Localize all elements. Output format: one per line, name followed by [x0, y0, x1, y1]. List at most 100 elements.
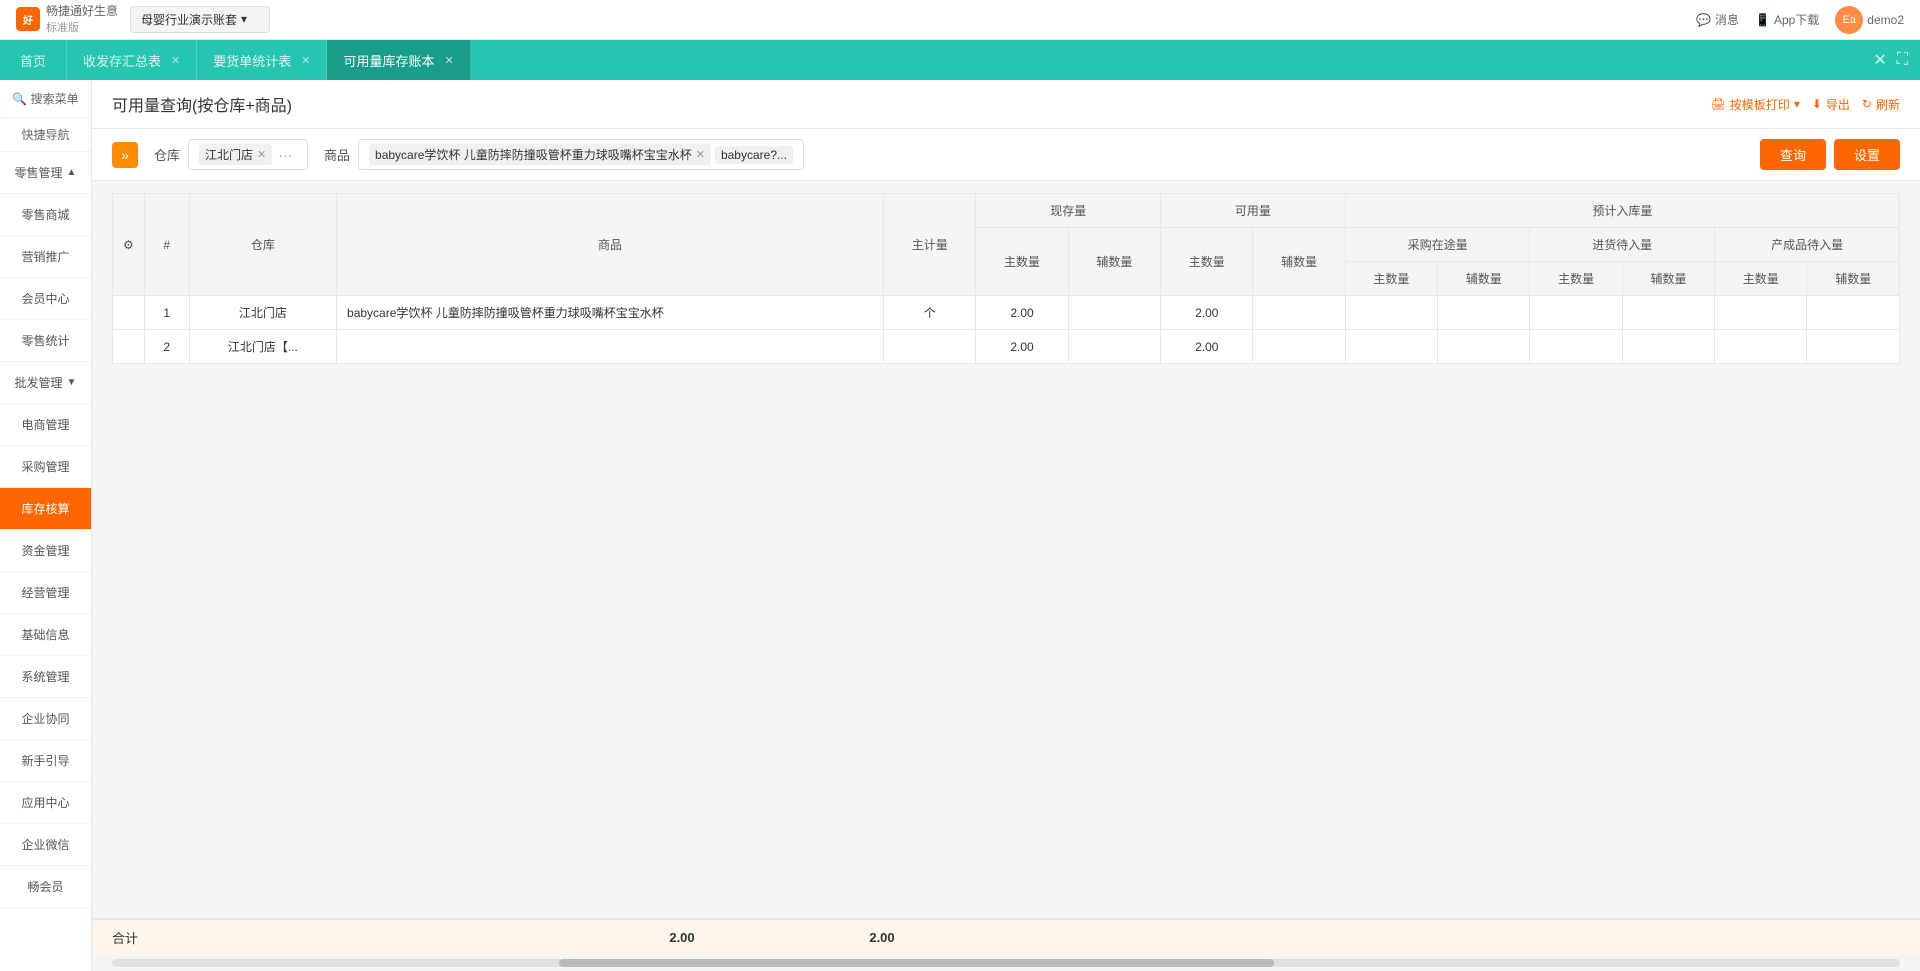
refresh-icon: ↻ — [1862, 97, 1872, 111]
row1-avail-main: 2.00 — [1161, 296, 1253, 330]
template-print-btn[interactable]: 🖨 按模板打印 ▾ — [1711, 96, 1800, 113]
message-btn[interactable]: 💬 消息 — [1696, 11, 1739, 28]
page-header-actions: 🖨 按模板打印 ▾ ⬇ 导出 ↻ 刷新 — [1711, 96, 1900, 125]
sidebar-item-inventory-check[interactable]: 库存核算 — [0, 488, 91, 530]
sidebar-item-finance-mgmt[interactable]: 资金管理 — [0, 530, 91, 572]
filter-expand-btn[interactable]: » — [112, 142, 138, 168]
warehouse-filter-input[interactable]: 江北门店 ✕ ··· — [188, 139, 308, 170]
logo-icon: 好 — [16, 7, 40, 31]
user-name: demo2 — [1867, 13, 1904, 27]
row1-warehouse: 江北门店 — [189, 296, 336, 330]
sidebar-item-ecommerce-mgmt-label: 电商管理 — [21, 416, 69, 433]
tab-order-stats[interactable]: 要货单统计表 ✕ — [197, 40, 327, 80]
industry-arrow-icon: ▾ — [241, 12, 247, 26]
user-area[interactable]: Ea demo2 — [1835, 6, 1904, 34]
tab-income-expense[interactable]: 收发存汇总表 ✕ — [67, 40, 197, 80]
top-bar-left: 好 畅捷通好生意 标准版 母婴行业演示账套 ▾ — [16, 4, 270, 34]
row2-stock-aux — [1068, 330, 1160, 364]
app-download-btn[interactable]: 📱 App下载 — [1755, 11, 1819, 28]
template-print-icon: 🖨 — [1711, 97, 1726, 111]
tab-income-expense-label: 收发存汇总表 — [83, 51, 161, 70]
warehouse-filter-label: 仓库 — [154, 145, 180, 164]
row1-num: 1 — [144, 296, 189, 330]
row2-avail-main: 2.00 — [1161, 330, 1253, 364]
sidebar-quick-nav[interactable]: 快捷导航 — [0, 118, 91, 152]
col-settings-header: ⚙ — [113, 194, 145, 296]
avatar: Ea — [1835, 6, 1863, 34]
sidebar-item-member-center-label: 会员中心 — [21, 290, 69, 307]
warehouse-more-icon[interactable]: ··· — [278, 147, 292, 163]
sidebar-item-new-guide-label: 新手引导 — [21, 752, 69, 769]
export-icon: ⬇ — [1812, 97, 1822, 111]
sidebar-item-basic-info-label: 基础信息 — [21, 626, 69, 643]
footer-cells: 合计 2.00 2.00 — [112, 928, 1900, 947]
row1-pt-aux — [1438, 296, 1530, 330]
sidebar-item-ecommerce-mgmt[interactable]: 电商管理 — [0, 404, 91, 446]
row1-product: babycare学饮杯 儿童防摔防撞吸管杯重力球吸嘴杯宝宝水杯 — [337, 296, 884, 330]
sidebar-item-member-center[interactable]: 会员中心 — [0, 278, 91, 320]
row1-settings — [113, 296, 145, 330]
filter-actions: 查询 设置 — [1760, 139, 1900, 170]
industry-selector[interactable]: 母婴行业演示账套 ▾ — [130, 6, 270, 33]
app-icon: 📱 — [1755, 13, 1770, 27]
total-stock-main: 2.00 — [632, 930, 732, 945]
row1-stock-main: 2.00 — [976, 296, 1068, 330]
product-tag-0-close-icon[interactable]: ✕ — [696, 148, 705, 161]
warehouse-tag-value: 江北门店 — [205, 146, 253, 163]
sidebar: 🔍 搜索菜单 快捷导航 零售管理 ▲ 零售商城 营销推广 会员中心 零售统计 批… — [0, 80, 92, 971]
sidebar-item-app-center[interactable]: 应用中心 — [0, 782, 91, 824]
col-ip-aux-header: 辅数量 — [1622, 262, 1714, 296]
row2-stock-main: 2.00 — [976, 330, 1068, 364]
sidebar-item-purchase-mgmt[interactable]: 采购管理 — [0, 446, 91, 488]
tab-close-all-icon[interactable]: ✕ — [1873, 50, 1886, 70]
sidebar-item-wholesale-mgmt[interactable]: 批发管理 ▼ — [0, 362, 91, 404]
refresh-btn[interactable]: ↻ 刷新 — [1862, 96, 1900, 113]
settings-btn[interactable]: 设置 — [1834, 139, 1900, 170]
row1-stock-aux — [1068, 296, 1160, 330]
tab-available-stock[interactable]: 可用量库存账本 ✕ — [327, 40, 470, 80]
tab-income-expense-close[interactable]: ✕ — [171, 54, 180, 67]
row1-ip-aux — [1622, 296, 1714, 330]
col-pt-aux-header: 辅数量 — [1438, 262, 1530, 296]
sidebar-item-ops-mgmt[interactable]: 经营管理 — [0, 572, 91, 614]
product-filter-input[interactable]: babycare学饮杯 儿童防摔防撞吸管杯重力球吸嘴杯宝宝水杯 ✕ babyca… — [358, 139, 804, 170]
row2-pp-main — [1715, 330, 1807, 364]
sidebar-search[interactable]: 🔍 搜索菜单 — [0, 80, 91, 118]
col-ip-main-header: 主数量 — [1530, 262, 1622, 296]
sidebar-item-marketing[interactable]: 营销推广 — [0, 236, 91, 278]
sidebar-item-retail-mgmt[interactable]: 零售管理 ▲ — [0, 152, 91, 194]
sidebar-item-enterprise-wechat[interactable]: 企业微信 — [0, 824, 91, 866]
sidebar-item-retail-mall[interactable]: 零售商城 — [0, 194, 91, 236]
total-label: 合计 — [112, 928, 632, 947]
tab-expand-icon[interactable]: ⛶ — [1897, 51, 1908, 69]
retail-mgmt-arrow-icon: ▲ — [67, 167, 77, 178]
row2-settings — [113, 330, 145, 364]
industry-label: 母婴行业演示账套 — [141, 11, 237, 28]
export-btn[interactable]: ⬇ 导出 — [1812, 96, 1850, 113]
product-tag-1-value: babycare?... — [721, 148, 787, 162]
scrollbar-track[interactable] — [112, 959, 1900, 967]
sidebar-item-member[interactable]: 畅会员 — [0, 866, 91, 908]
tab-home[interactable]: 首页 — [0, 40, 67, 80]
sidebar-item-new-guide[interactable]: 新手引导 — [0, 740, 91, 782]
sidebar-item-enterprise-collab-label: 企业协同 — [21, 710, 69, 727]
product-tag-0: babycare学饮杯 儿童防摔防撞吸管杯重力球吸嘴杯宝宝水杯 ✕ — [369, 144, 711, 165]
sidebar-item-system-mgmt[interactable]: 系统管理 — [0, 656, 91, 698]
warehouse-tag-close-icon[interactable]: ✕ — [257, 148, 266, 161]
template-print-arrow-icon: ▾ — [1794, 97, 1800, 111]
tab-order-stats-close[interactable]: ✕ — [301, 54, 310, 67]
sidebar-search-label: 搜索菜单 — [31, 92, 79, 106]
table-row: 2 江北门店【... 2.00 2.00 — [113, 330, 1900, 364]
sidebar-item-basic-info[interactable]: 基础信息 — [0, 614, 91, 656]
sidebar-item-enterprise-collab[interactable]: 企业协同 — [0, 698, 91, 740]
query-btn[interactable]: 查询 — [1760, 139, 1826, 170]
sidebar-item-retail-stats[interactable]: 零售统计 — [0, 320, 91, 362]
sidebar-item-enterprise-wechat-label: 企业微信 — [21, 836, 69, 853]
sidebar-item-inventory-check-label: 库存核算 — [21, 500, 69, 517]
row2-product — [337, 330, 884, 364]
scrollbar-thumb[interactable] — [559, 959, 1274, 967]
tab-available-stock-close[interactable]: ✕ — [445, 54, 454, 67]
sidebar-item-purchase-mgmt-label: 采购管理 — [21, 458, 69, 475]
message-icon: 💬 — [1696, 13, 1711, 27]
col-stock-aux-header: 辅数量 — [1068, 228, 1160, 296]
